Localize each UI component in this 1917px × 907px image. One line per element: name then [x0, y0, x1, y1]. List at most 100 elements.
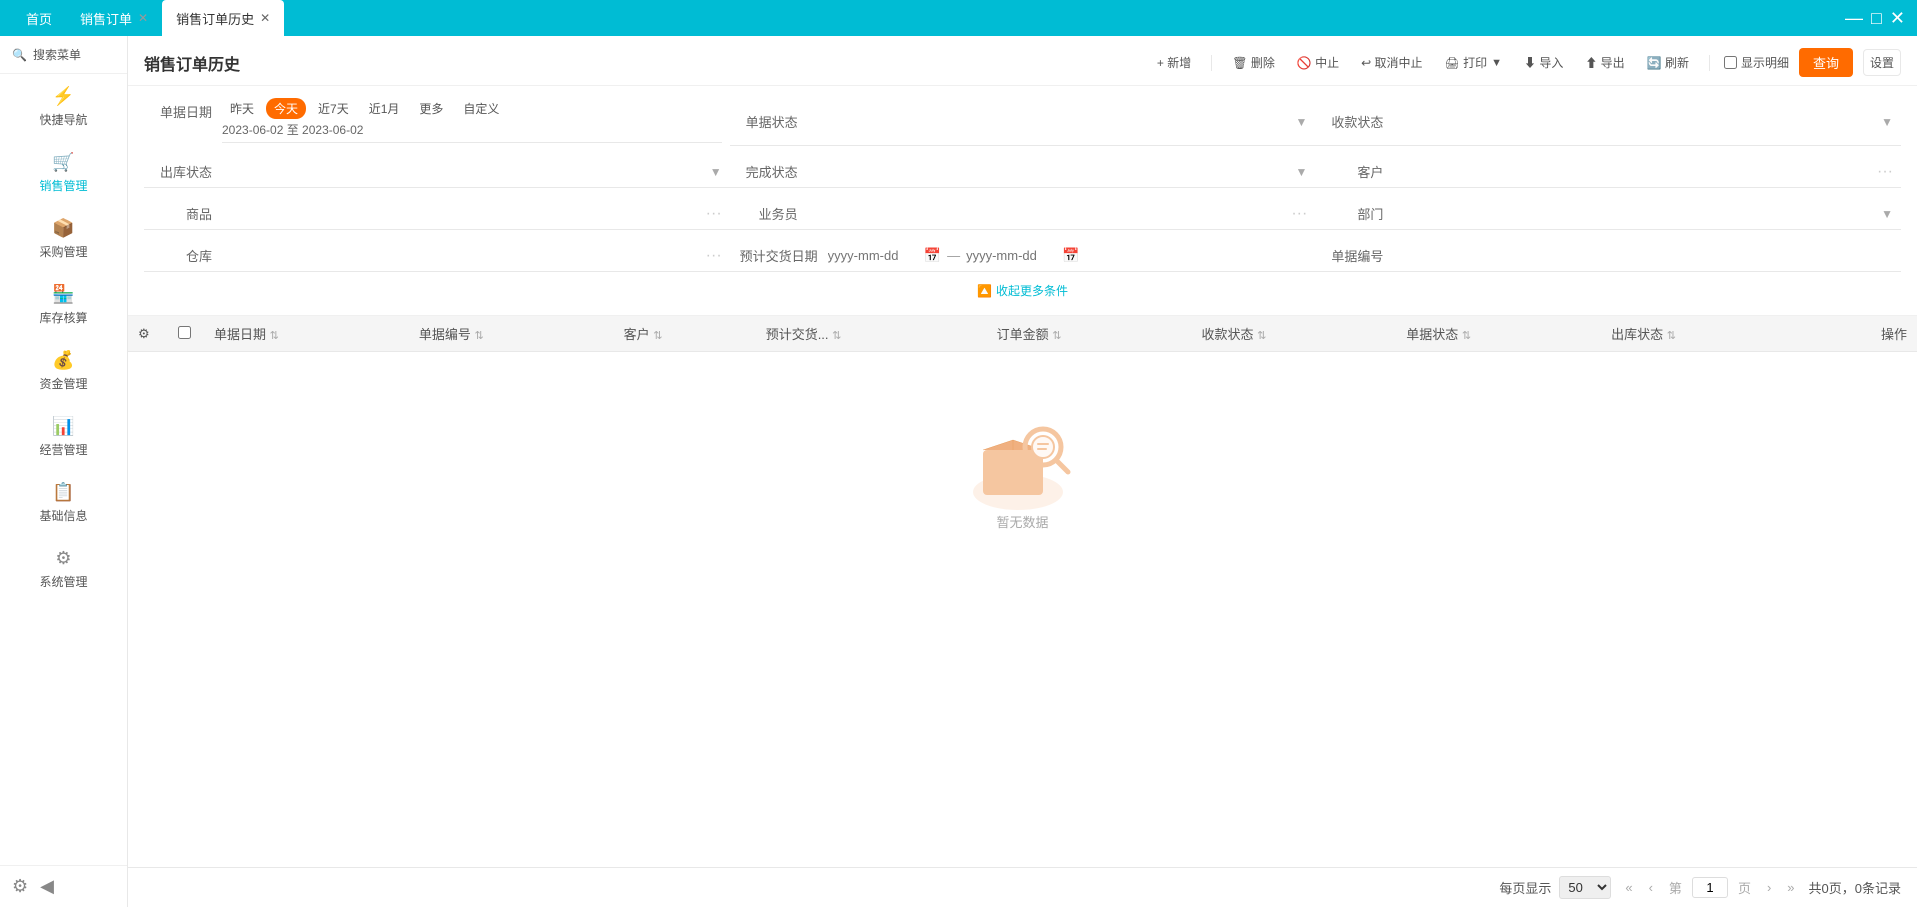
department-label: 部门 — [1323, 204, 1393, 223]
tab-sales-order-history-close[interactable]: ✕ — [260, 11, 270, 25]
sidebar-bottom: ⚙ ◀ — [0, 865, 127, 907]
sidebar-item-operation[interactable]: 📊 经营管理 — [0, 404, 127, 470]
customer-dots-icon[interactable]: ··· — [1877, 163, 1893, 181]
last-page-btn[interactable]: » — [1781, 878, 1800, 897]
outbound-status-label: 出库状态 — [152, 162, 222, 181]
sys-mgmt-icon: ⚙ — [55, 548, 71, 569]
sidebar-item-sales-mgmt[interactable]: 🛒 销售管理 — [0, 140, 127, 206]
calendar-to-icon[interactable]: 📅 — [1062, 247, 1079, 264]
calendar-from-icon[interactable]: 📅 — [924, 247, 941, 264]
date-btn-7days[interactable]: 近7天 — [310, 98, 357, 119]
settings-btn-label: 设置 — [1870, 54, 1894, 71]
close-btn[interactable]: ✕ — [1890, 8, 1905, 29]
sidebar-settings-icon[interactable]: ⚙ — [12, 876, 28, 897]
th-no: 单据编号 ⇅ — [409, 316, 614, 352]
export-button[interactable]: ⬆ 导出 — [1579, 50, 1630, 75]
empty-text: 暂无数据 — [996, 512, 1048, 531]
show-detail-label: 显示明细 — [1741, 54, 1789, 71]
date-btn-today[interactable]: 今天 — [266, 98, 306, 119]
settings-button[interactable]: 设置 — [1863, 49, 1901, 76]
sidebar-item-basic-info[interactable]: 📋 基础信息 — [0, 470, 127, 536]
sidebar-item-purchase-mgmt[interactable]: 📦 采购管理 — [0, 206, 127, 272]
next-page-btn[interactable]: › — [1761, 878, 1777, 897]
new-button[interactable]: + 新增 — [1151, 50, 1197, 75]
th-no-label: 单据编号 — [419, 327, 471, 342]
tab-sales-order[interactable]: 销售订单 ✕ — [66, 0, 162, 36]
page-number-input[interactable] — [1692, 877, 1728, 898]
receipt-status-dropdown-icon[interactable]: ▼ — [1881, 115, 1893, 129]
delete-button[interactable]: 🗑 删除 — [1226, 50, 1281, 75]
import-button[interactable]: ⬇ 导入 — [1518, 50, 1569, 75]
delivery-date-to[interactable] — [966, 248, 1056, 263]
date-filter-cell: 单据日期 昨天 今天 近7天 近1月 更多 自定义 2023-06-02 至 2… — [144, 98, 730, 146]
tab-home[interactable]: 首页 — [12, 0, 66, 36]
delivery-date-from[interactable] — [828, 248, 918, 263]
date-filter-label: 单据日期 — [152, 98, 222, 121]
cancel-stop-button[interactable]: ↩ 取消中止 — [1355, 50, 1428, 75]
outbound-status-dropdown-icon[interactable]: ▼ — [710, 165, 722, 179]
filter-row-3: 商品 ··· 业务员 ··· 部门 — [144, 198, 1901, 230]
date-btn-yesterday[interactable]: 昨天 — [222, 98, 262, 119]
collapse-up-icon: 🔼 — [977, 284, 992, 298]
sidebar-item-quick-nav[interactable]: ⚡ 快捷导航 — [0, 74, 127, 140]
delete-btn-label: 🗑 删除 — [1232, 54, 1275, 71]
customer-filter-cell: 客户 ··· — [1315, 156, 1901, 188]
bill-status-sort-icon[interactable]: ⇅ — [1462, 330, 1471, 342]
customer-sort-icon[interactable]: ⇅ — [653, 330, 662, 342]
date-filter-control: 昨天 今天 近7天 近1月 更多 自定义 2023-06-02 至 2023-0… — [222, 98, 722, 143]
search-icon: 🔍 — [12, 48, 27, 62]
order-no-input[interactable] — [1393, 248, 1893, 263]
sidebar-item-operation-label: 经营管理 — [39, 441, 87, 458]
refresh-button[interactable]: 🔄 刷新 — [1641, 50, 1695, 75]
outbound-status-sort-icon[interactable]: ⇅ — [1667, 330, 1676, 342]
finance-icon: 💰 — [52, 350, 74, 371]
sidebar-item-sys-mgmt[interactable]: ⚙ 系统管理 — [0, 536, 127, 602]
warehouse-label: 仓库 — [152, 246, 222, 265]
product-filter-label: 商品 — [152, 204, 222, 223]
operation-icon: 📊 — [52, 416, 74, 437]
show-detail-checkbox-label[interactable]: 显示明细 — [1724, 54, 1789, 71]
tab-home-label: 首页 — [26, 9, 52, 28]
delivery-date-label: 预计交货日期 — [738, 246, 828, 265]
product-dots-icon[interactable]: ··· — [706, 205, 722, 223]
tab-sales-order-close[interactable]: ✕ — [138, 11, 148, 25]
page-size-select[interactable]: 50 10 20 100 — [1559, 876, 1611, 899]
toolbar-divider-1 — [1211, 55, 1212, 71]
stop-button[interactable]: 🚫 中止 — [1291, 50, 1345, 75]
date-sort-icon[interactable]: ⇅ — [270, 330, 279, 342]
page-size-label: 每页显示 — [1499, 878, 1551, 897]
settings-icon[interactable]: ⚙ — [138, 326, 150, 341]
sidebar-item-sales-mgmt-label: 销售管理 — [39, 177, 87, 194]
sidebar: 🔍 搜索菜单 ⚡ 快捷导航 🛒 销售管理 📦 采购管理 🏪 库存核算 💰 资金管… — [0, 36, 128, 907]
sidebar-collapse-icon[interactable]: ◀ — [40, 876, 54, 897]
amount-sort-icon[interactable]: ⇅ — [1052, 330, 1061, 342]
date-btn-1month[interactable]: 近1月 — [361, 98, 408, 119]
first-page-btn[interactable]: « — [1619, 878, 1638, 897]
show-detail-checkbox[interactable] — [1724, 56, 1737, 69]
tab-sales-order-history[interactable]: 销售订单历史 ✕ — [162, 0, 284, 36]
bill-status-dropdown-icon[interactable]: ▼ — [1295, 115, 1307, 129]
collapse-bar[interactable]: 🔼 收起更多条件 — [144, 278, 1901, 303]
th-amount: 订单金额 ⇅ — [987, 316, 1192, 352]
select-all-checkbox[interactable] — [178, 326, 191, 339]
date-btn-more[interactable]: 更多 — [411, 98, 451, 119]
receipt-status-sort-icon[interactable]: ⇅ — [1257, 330, 1266, 342]
customer-filter-label: 客户 — [1323, 162, 1393, 181]
sidebar-search[interactable]: 🔍 搜索菜单 — [0, 36, 127, 74]
query-button[interactable]: 查询 — [1799, 48, 1853, 77]
completion-status-dropdown-icon[interactable]: ▼ — [1295, 165, 1307, 179]
maximize-btn[interactable]: □ — [1871, 8, 1882, 29]
no-sort-icon[interactable]: ⇅ — [474, 330, 483, 342]
warehouse-dots-icon[interactable]: ··· — [706, 247, 722, 265]
delivery-sort-icon[interactable]: ⇅ — [832, 330, 841, 342]
print-button[interactable]: 🖨 打印 ▼ — [1439, 50, 1508, 75]
date-btn-custom[interactable]: 自定义 — [455, 98, 507, 119]
prev-page-btn[interactable]: ‹ — [1643, 878, 1659, 897]
sidebar-item-finance[interactable]: 💰 资金管理 — [0, 338, 127, 404]
minimize-btn[interactable]: — — [1845, 8, 1863, 29]
sidebar-item-quick-nav-label: 快捷导航 — [39, 111, 87, 128]
sidebar-item-inventory[interactable]: 🏪 库存核算 — [0, 272, 127, 338]
department-dropdown-icon[interactable]: ▼ — [1881, 207, 1893, 221]
department-control: ▼ — [1393, 207, 1893, 221]
sales-rep-dots-icon[interactable]: ··· — [1291, 205, 1307, 223]
